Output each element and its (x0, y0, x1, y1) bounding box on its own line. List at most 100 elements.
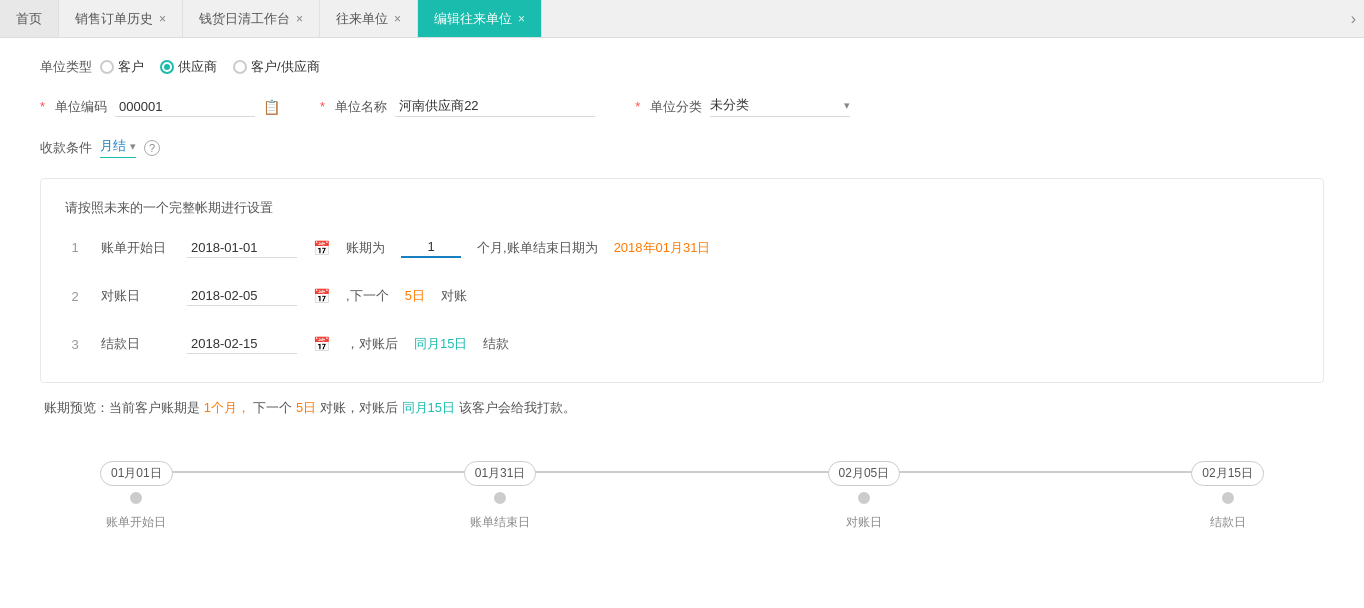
tab-cash-workbench-label: 钱货日清工作台 (199, 10, 290, 28)
timeline-dot-4 (1222, 492, 1234, 504)
unit-info-row: * 单位编码 📋 * 单位名称 * 单位分类 未分类 ▾ (40, 96, 1324, 117)
timeline-label-3: 对账日 (846, 514, 882, 531)
tab-cash-workbench[interactable]: 钱货日清工作台 × (183, 0, 320, 37)
period-settings-box: 请按照未来的一个完整帐期进行设置 1 账单开始日 📅 账期为 个月,账单结束日期… (40, 178, 1324, 383)
period-field-1: 账单开始日 (101, 239, 171, 257)
main-content: 单位类型 客户 供应商 客户/供应商 * 单位编码 (0, 38, 1364, 608)
tab-partner[interactable]: 往来单位 × (320, 0, 418, 37)
timeline-node-3: 02月05日 对账日 (828, 461, 901, 531)
period-num-2: 2 (65, 289, 85, 304)
timeline-label-2: 账单结束日 (470, 514, 530, 531)
unit-category-item: * 单位分类 未分类 ▾ (635, 96, 850, 117)
timeline-pill-1: 01月01日 (100, 461, 173, 486)
unit-name-label: 单位名称 (335, 98, 387, 116)
period-suffix-pre-3: ，对账后 (346, 335, 398, 353)
period-row-2: 2 对账日 📅 ,下一个 5日 对账 (65, 286, 1299, 306)
tab-edit-partner-close[interactable]: × (518, 12, 525, 26)
tab-edit-partner[interactable]: 编辑往来单位 × (418, 0, 542, 37)
code-copy-icon[interactable]: 📋 (263, 99, 280, 115)
tab-more-button[interactable]: › (1343, 0, 1364, 37)
radio-customer[interactable]: 客户 (100, 58, 144, 76)
radio-supplier[interactable]: 供应商 (160, 58, 217, 76)
timeline-node-1: 01月01日 账单开始日 (100, 461, 173, 531)
period-end-date: 2018年01月31日 (614, 239, 711, 257)
period-cal-icon-1[interactable]: 📅 (313, 240, 330, 256)
preview-period: 1个月， (204, 400, 250, 415)
radio-customer-circle (100, 60, 114, 74)
preview-payment-highlight: 同月15日 (402, 400, 455, 415)
payment-select[interactable]: 月结 ▾ (100, 137, 136, 158)
tab-home[interactable]: 首页 (0, 0, 59, 37)
period-row-3: 3 结款日 📅 ，对账后 同月15日 结款 (65, 334, 1299, 354)
period-title: 请按照未来的一个完整帐期进行设置 (65, 199, 1299, 217)
unit-name-item: * 单位名称 (320, 97, 595, 117)
period-row-1: 1 账单开始日 📅 账期为 个月,账单结束日期为 2018年01月31日 (65, 237, 1299, 258)
timeline-pill-4: 02月15日 (1191, 461, 1264, 486)
period-date-input-1[interactable] (187, 238, 297, 258)
timeline-label-1: 账单开始日 (106, 514, 166, 531)
tab-sales-history[interactable]: 销售订单历史 × (59, 0, 183, 37)
preview-prefix: 账期预览：当前客户账期是 (44, 400, 200, 415)
unit-category-select[interactable]: 未分类 ▾ (710, 96, 850, 117)
tab-sales-history-close[interactable]: × (159, 12, 166, 26)
preview-section: 账期预览：当前客户账期是 1个月， 下一个 5日 对账，对账后 同月15日 该客… (40, 399, 1324, 417)
cat-required: * (635, 99, 640, 114)
unit-code-label: 单位编码 (55, 98, 107, 116)
period-cal-icon-2[interactable]: 📅 (313, 288, 330, 304)
period-cal-icon-3[interactable]: 📅 (313, 336, 330, 352)
unit-code-input[interactable] (115, 97, 255, 117)
radio-supplier-label: 供应商 (178, 58, 217, 76)
unit-type-item: 单位类型 客户 供应商 客户/供应商 (40, 58, 320, 76)
unit-type-label: 单位类型 (40, 58, 92, 76)
payment-item: 收款条件 月结 ▾ ? (40, 137, 160, 158)
month-value-input[interactable] (401, 237, 461, 258)
period-suffix-post-2: 对账 (441, 287, 467, 305)
payment-value: 月结 (100, 137, 126, 155)
payment-dropdown-arrow: ▾ (130, 140, 136, 153)
tab-home-label: 首页 (16, 10, 42, 28)
period-suffix-pre-2: ,下一个 (346, 287, 389, 305)
unit-code-item: * 单位编码 📋 (40, 97, 280, 117)
preview-reconcile-suffix: 对账，对账后 (320, 400, 398, 415)
radio-customer-label: 客户 (118, 58, 144, 76)
preview-reconcile-highlight: 5日 (296, 400, 316, 415)
period-suffix-post-3: 结款 (483, 335, 509, 353)
timeline-section: 01月01日 账单开始日 01月31日 账单结束日 02月05日 对账日 02月… (40, 441, 1324, 571)
timeline-nodes: 01月01日 账单开始日 01月31日 账单结束日 02月05日 对账日 02月… (100, 461, 1264, 531)
tab-partner-close[interactable]: × (394, 12, 401, 26)
timeline-pill-2: 01月31日 (464, 461, 537, 486)
timeline-pill-3: 02月05日 (828, 461, 901, 486)
timeline-dot-2 (494, 492, 506, 504)
timeline-dot-3 (858, 492, 870, 504)
preview-payment-suffix: 该客户会给我打款。 (459, 400, 576, 415)
period-date-input-3[interactable] (187, 334, 297, 354)
period-suffix-pre-1: 账期为 (346, 239, 385, 257)
tab-partner-label: 往来单位 (336, 10, 388, 28)
period-day-3: 同月15日 (414, 335, 467, 353)
radio-both[interactable]: 客户/供应商 (233, 58, 320, 76)
tab-cash-workbench-close[interactable]: × (296, 12, 303, 26)
unit-type-row: 单位类型 客户 供应商 客户/供应商 (40, 58, 1324, 76)
tab-edit-partner-label: 编辑往来单位 (434, 10, 512, 28)
period-num-3: 3 (65, 337, 85, 352)
code-required: * (40, 99, 45, 114)
radio-supplier-circle (160, 60, 174, 74)
payment-row: 收款条件 月结 ▾ ? (40, 137, 1324, 158)
unit-name-input[interactable] (395, 97, 595, 117)
radio-both-label: 客户/供应商 (251, 58, 320, 76)
unit-category-label: 单位分类 (650, 98, 702, 116)
radio-both-circle (233, 60, 247, 74)
unit-category-value: 未分类 (710, 96, 840, 114)
payment-help-icon[interactable]: ? (144, 140, 160, 156)
timeline-dot-1 (130, 492, 142, 504)
period-suffix-post-1: 个月,账单结束日期为 (477, 239, 598, 257)
preview-reconcile-prefix: 下一个 (253, 400, 292, 415)
period-date-input-2[interactable] (187, 286, 297, 306)
period-num-1: 1 (65, 240, 85, 255)
timeline-node-4: 02月15日 结款日 (1191, 461, 1264, 531)
period-field-2: 对账日 (101, 287, 171, 305)
name-required: * (320, 99, 325, 114)
tab-sales-history-label: 销售订单历史 (75, 10, 153, 28)
unit-type-radio-group: 客户 供应商 客户/供应商 (100, 58, 320, 76)
category-dropdown-arrow: ▾ (844, 99, 850, 112)
